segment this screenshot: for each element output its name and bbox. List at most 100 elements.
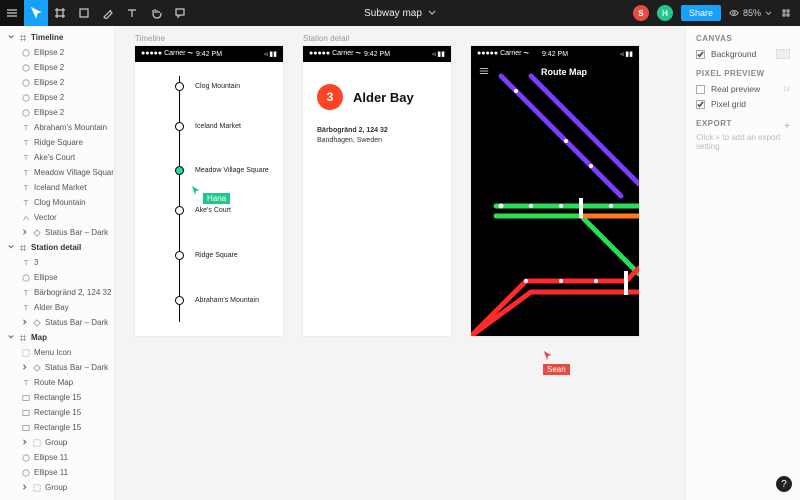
stop-label: Ake's Court [195,207,231,214]
layer-row[interactable]: Bärbogränd 2, 124 32 … [0,285,114,300]
stop-dot [175,296,184,305]
pixel-grid-label: Pixel grid [711,99,746,109]
checkbox-icon [696,85,705,94]
layer-label: Timeline [31,33,63,42]
layer-label: Ellipse 11 [34,468,68,477]
help-button[interactable]: ? [776,476,792,492]
artboard-station-detail[interactable]: Station detail ●●●●● Carrier ⏦ 9:42 PM ◃… [303,46,451,336]
layer-row[interactable]: Iceland Market [0,180,114,195]
layer-row[interactable]: Ellipse 2 [0,75,114,90]
avatar-sean[interactable]: S [633,5,649,21]
ellipse-icon [22,469,30,477]
frame-tool-button[interactable] [48,0,72,26]
layer-row[interactable]: Timeline [0,30,114,45]
layer-row[interactable]: Ellipse [0,270,114,285]
layer-row[interactable]: Rectangle 15 [0,420,114,435]
layer-row[interactable]: Ridge Square [0,135,114,150]
layer-row[interactable]: Ellipse 11 [0,465,114,480]
settings-icon[interactable] [780,7,792,19]
pen-tool-button[interactable] [96,0,120,26]
rect-icon [22,424,30,432]
add-export-button[interactable]: + [784,121,790,132]
artboard-label[interactable]: Station detail [303,34,349,43]
comment-tool-button[interactable] [168,0,192,26]
route-map-graphic [471,46,639,336]
layer-row[interactable]: Station detail [0,240,114,255]
layer-row[interactable]: Ellipse 2 [0,90,114,105]
layer-label: Rectangle 15 [34,393,81,402]
layer-row[interactable]: Rectangle 15 [0,390,114,405]
status-right: ◃ ▮▮ [432,50,445,58]
export-hint: Click + to add an export setting [696,134,790,152]
layer-row[interactable]: Meadow Village Square [0,165,114,180]
layer-row[interactable]: Ake's Court [0,150,114,165]
layer-row[interactable]: 3 [0,255,114,270]
layer-label: Map [31,333,47,342]
text-icon [22,124,30,132]
ellipse-icon [22,454,30,462]
layer-row[interactable]: Menu Icon [0,345,114,360]
text-icon [22,304,30,312]
layer-row[interactable]: Status Bar – Dark [0,315,114,330]
layer-row[interactable]: Ellipse 2 [0,105,114,120]
status-time: 9:42 PM [196,51,222,58]
layer-row[interactable]: Status Bar – Dark [0,225,114,240]
layer-row[interactable]: Vector [0,210,114,225]
share-button[interactable]: Share [681,5,721,21]
stop-dot [175,82,184,91]
cursor-tag: Sean [543,364,570,375]
stop-label: Ridge Square [195,252,238,259]
eye-icon [729,8,739,18]
component-icon [33,319,41,327]
main-menu-button[interactable] [0,0,24,26]
artboard-map[interactable]: Map ●●●●● Carrier ⏦ 9:42 PM ◃ ▮▮ Route M… [471,46,639,336]
layer-label: Menu Icon [34,348,71,357]
status-time: 9:42 PM [364,51,390,58]
layer-label: Iceland Market [34,183,86,192]
toolbar-right: S H Share 85% [633,5,800,21]
document-title[interactable]: Subway map [364,8,436,19]
layer-row[interactable]: Abraham's Mountain [0,120,114,135]
layer-row[interactable]: Ellipse 2 [0,60,114,75]
caret-icon [8,243,16,252]
layer-label: Rectangle 15 [34,408,81,417]
layer-label: Meadow Village Square [34,168,115,177]
layer-label: Ellipse 2 [34,108,64,117]
artboard-label[interactable]: Timeline [135,34,165,43]
layer-row[interactable]: Clog Mountain [0,195,114,210]
layer-row[interactable]: Ellipse 11 [0,450,114,465]
layer-row[interactable]: Ellipse 2 [0,45,114,60]
layer-row[interactable]: Map [0,330,114,345]
canvas[interactable]: Timeline ●●●●● Carrier ⏦ 9:42 PM ◃ ▮▮ Cl… [115,26,685,500]
layer-row[interactable]: Status Bar – Dark [0,360,114,375]
layer-label: Station detail [31,243,81,252]
vector-icon [22,214,30,222]
avatar-hana[interactable]: H [657,5,673,21]
layer-row[interactable]: Alder Bay [0,300,114,315]
collaborator-cursor-hana: Hana [191,185,230,204]
text-icon [22,169,30,177]
text-icon [22,139,30,147]
frame-icon [19,334,27,342]
text-icon [22,379,30,387]
caret-icon [22,363,30,372]
zoom-control[interactable]: 85% [729,8,772,18]
hand-tool-button[interactable] [144,0,168,26]
text-icon [22,154,30,162]
move-tool-button[interactable] [24,0,48,26]
checkbox-icon [696,50,705,59]
real-preview-row[interactable]: Real preview 1x [696,84,790,94]
layer-row[interactable]: Group [0,435,114,450]
pixel-grid-row[interactable]: Pixel grid [696,99,790,109]
layer-label: Ellipse 2 [34,93,64,102]
color-swatch[interactable] [776,49,790,59]
status-bar: ●●●●● Carrier ⏦ 9:42 PM ◃ ▮▮ [303,46,451,62]
layer-row[interactable]: Group [0,480,114,495]
layer-row[interactable]: Route Map [0,375,114,390]
text-icon [22,199,30,207]
text-tool-button[interactable] [120,0,144,26]
shape-tool-button[interactable] [72,0,96,26]
layer-row[interactable]: Rectangle 15 [0,405,114,420]
background-row[interactable]: Background [696,49,790,59]
cursor-tag: Hana [203,193,230,204]
